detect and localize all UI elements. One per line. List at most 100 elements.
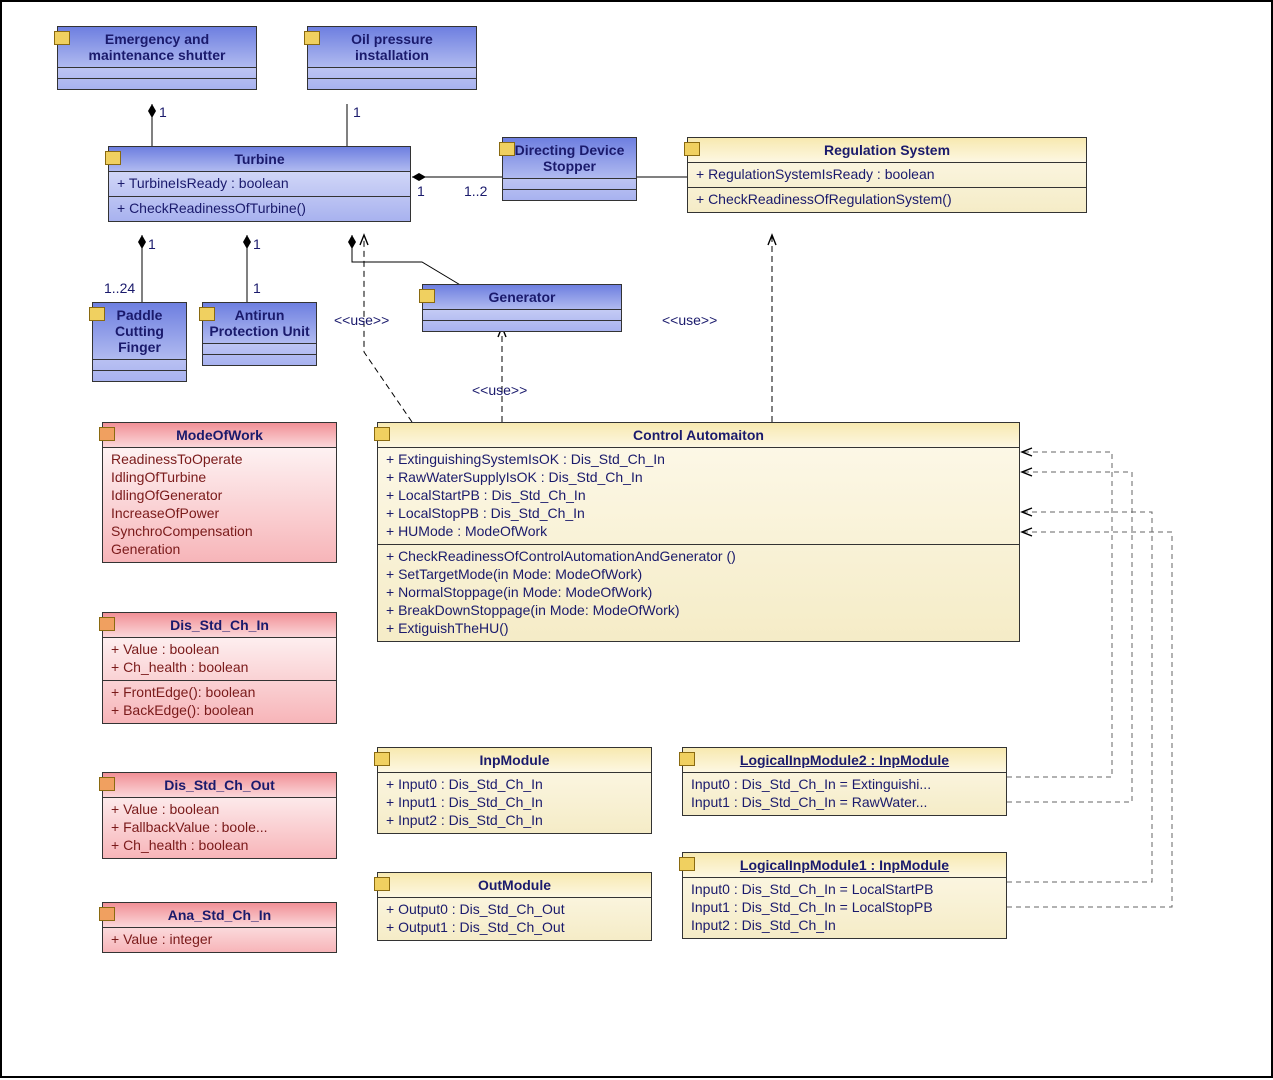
component-icon (374, 427, 390, 441)
attr: Input0 : Dis_Std_Ch_In = Extinguishi... (689, 775, 1000, 793)
component-icon (105, 151, 121, 165)
class-name: Dis_Std_Ch_Out (164, 777, 274, 793)
class-name: Ana_Std_Ch_In (168, 907, 271, 923)
mult-label: 1..24 (104, 280, 135, 296)
class-name: Antirun Protection Unit (209, 307, 309, 339)
attr: + RegulationSystemIsReady : boolean (694, 165, 1080, 183)
class-name: Paddle Cutting Finger (115, 307, 164, 355)
attr: + Ch_health : boolean (109, 658, 330, 676)
op: + CheckReadinessOfRegulationSystem() (694, 190, 1080, 208)
class-directing-stopper[interactable]: Directing Device Stopper (502, 137, 637, 201)
class-name: LogicalInpModule1 : InpModule (740, 857, 949, 873)
use-label: <<use>> (472, 382, 527, 398)
class-turbine[interactable]: Turbine + TurbineIsReady : boolean + Che… (108, 146, 411, 222)
attr: Input1 : Dis_Std_Ch_In = RawWater... (689, 793, 1000, 811)
enum-mode-of-work[interactable]: ModeOfWork ReadinessToOperate IdlingOfTu… (102, 422, 337, 563)
class-name: LogicalInpModule2 : InpModule (740, 752, 949, 768)
literal: ReadinessToOperate (109, 450, 330, 468)
component-icon (684, 142, 700, 156)
mult-label: 1 (417, 183, 425, 199)
op: + ExtiguishTheHU() (384, 619, 1013, 637)
literal: Generation (109, 540, 330, 558)
component-icon (679, 752, 695, 766)
component-icon (374, 752, 390, 766)
attr: Input0 : Dis_Std_Ch_In = LocalStartPB (689, 880, 1000, 898)
class-paddle-finger[interactable]: Paddle Cutting Finger (92, 302, 187, 382)
attr: Input1 : Dis_Std_Ch_In = LocalStopPB (689, 898, 1000, 916)
attr: + Value : boolean (109, 640, 330, 658)
class-out-module[interactable]: OutModule + Output0 : Dis_Std_Ch_Out + O… (377, 872, 652, 941)
attr: + Value : boolean (109, 800, 330, 818)
attr: + Input2 : Dis_Std_Ch_In (384, 811, 645, 829)
op: + SetTargetMode(in Mode: ModeOfWork) (384, 565, 1013, 583)
class-name: Directing Device Stopper (515, 142, 625, 174)
attr: + Input1 : Dis_Std_Ch_In (384, 793, 645, 811)
attr: + Ch_health : boolean (109, 836, 330, 854)
class-control-automation[interactable]: Control Automaiton + ExtinguishingSystem… (377, 422, 1020, 642)
diagram-canvas: 1 1 1 1..2 1 1 1..24 1 <<use>> <<use>> <… (0, 0, 1273, 1078)
component-icon (89, 307, 105, 321)
class-logical-inp-1[interactable]: LogicalInpModule1 : InpModule Input0 : D… (682, 852, 1007, 939)
class-antirun[interactable]: Antirun Protection Unit (202, 302, 317, 366)
attr: Input2 : Dis_Std_Ch_In (689, 916, 1000, 934)
class-name: Dis_Std_Ch_In (170, 617, 269, 633)
literal: IncreaseOfPower (109, 504, 330, 522)
mult-label: 1 (353, 104, 361, 120)
attr: + LocalStartPB : Dis_Std_Ch_In (384, 486, 1013, 504)
component-icon (419, 289, 435, 303)
component-icon (499, 142, 515, 156)
attr: + Value : integer (109, 930, 330, 948)
op: + CheckReadinessOfTurbine() (115, 199, 404, 217)
mult-label: 1 (253, 280, 261, 296)
class-inp-module[interactable]: InpModule + Input0 : Dis_Std_Ch_In + Inp… (377, 747, 652, 834)
class-generator[interactable]: Generator (422, 284, 622, 332)
component-icon (679, 857, 695, 871)
op: + NormalStoppage(in Mode: ModeOfWork) (384, 583, 1013, 601)
class-ana-std-ch-in[interactable]: Ana_Std_Ch_In + Value : integer (102, 902, 337, 953)
mult-label: 1 (159, 104, 167, 120)
mult-label: 1..2 (464, 183, 487, 199)
use-label: <<use>> (334, 312, 389, 328)
datatype-icon (99, 617, 115, 631)
attr: + Input0 : Dis_Std_Ch_In (384, 775, 645, 793)
class-name: Control Automaiton (633, 427, 764, 443)
class-name: OutModule (478, 877, 551, 893)
mult-label: 1 (148, 236, 156, 252)
op: + BackEdge(): boolean (109, 701, 330, 719)
op: + FrontEdge(): boolean (109, 683, 330, 701)
component-icon (304, 31, 320, 45)
attr: + FallbackValue : boole... (109, 818, 330, 836)
component-icon (374, 877, 390, 891)
class-name: InpModule (480, 752, 550, 768)
class-regulation-system[interactable]: Regulation System + RegulationSystemIsRe… (687, 137, 1087, 213)
literal: IdlingOfTurbine (109, 468, 330, 486)
class-dis-std-ch-out[interactable]: Dis_Std_Ch_Out + Value : boolean + Fallb… (102, 772, 337, 859)
datatype-icon (99, 907, 115, 921)
class-name: Generator (489, 289, 556, 305)
literal: SynchroCompensation (109, 522, 330, 540)
class-name: Regulation System (824, 142, 950, 158)
class-oil-pressure[interactable]: Oil pressure installation (307, 26, 477, 90)
component-icon (54, 31, 70, 45)
attr: + LocalStopPB : Dis_Std_Ch_In (384, 504, 1013, 522)
attr: + Output1 : Dis_Std_Ch_Out (384, 918, 645, 936)
use-label: <<use>> (662, 312, 717, 328)
mult-label: 1 (253, 236, 261, 252)
attr: + TurbineIsReady : boolean (115, 174, 404, 192)
datatype-icon (99, 777, 115, 791)
class-name: Emergency and maintenance shutter (89, 31, 226, 63)
attr: + HUMode : ModeOfWork (384, 522, 1013, 540)
op: + CheckReadinessOfControlAutomationAndGe… (384, 547, 1013, 565)
class-name: Oil pressure installation (351, 31, 433, 63)
attr: + RawWaterSupplyIsOK : Dis_Std_Ch_In (384, 468, 1013, 486)
literal: IdlingOfGenerator (109, 486, 330, 504)
op: + BreakDownStoppage(in Mode: ModeOfWork) (384, 601, 1013, 619)
class-name: Turbine (234, 151, 284, 167)
attr: + Output0 : Dis_Std_Ch_Out (384, 900, 645, 918)
class-emergency-shutter[interactable]: Emergency and maintenance shutter (57, 26, 257, 90)
class-dis-std-ch-in[interactable]: Dis_Std_Ch_In + Value : boolean + Ch_hea… (102, 612, 337, 724)
class-logical-inp-2[interactable]: LogicalInpModule2 : InpModule Input0 : D… (682, 747, 1007, 816)
component-icon (199, 307, 215, 321)
class-name: ModeOfWork (176, 427, 263, 443)
attr: + ExtinguishingSystemIsOK : Dis_Std_Ch_I… (384, 450, 1013, 468)
